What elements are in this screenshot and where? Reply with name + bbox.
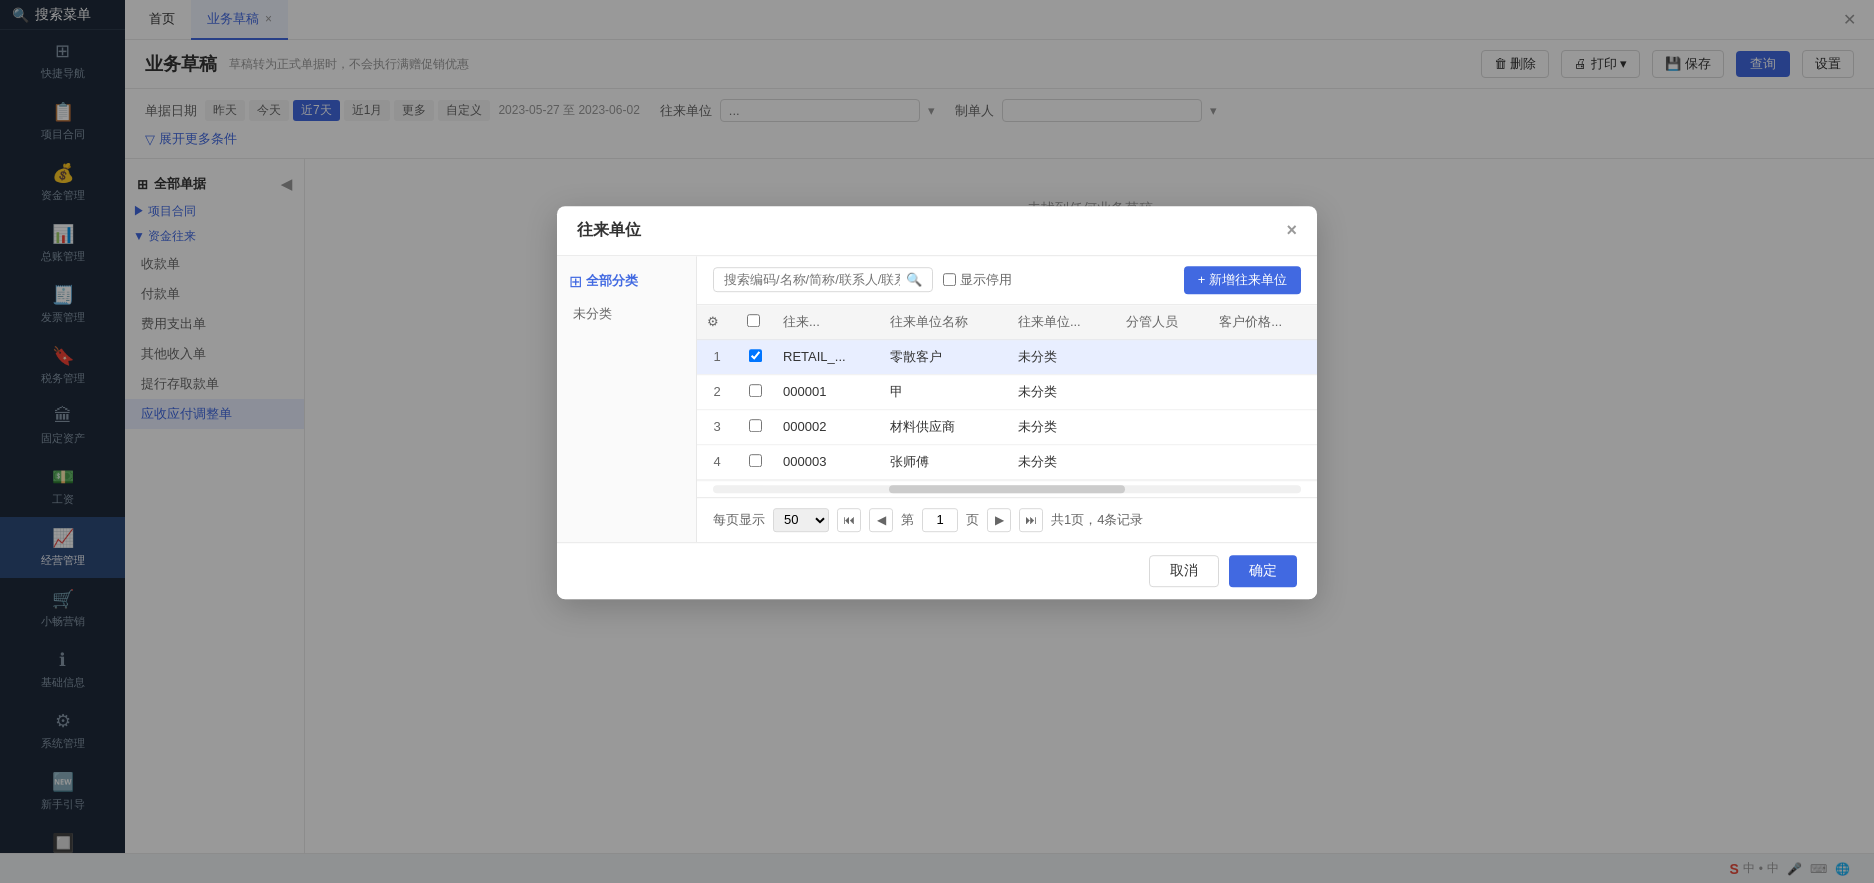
table-row[interactable]: 3 000002 材料供应商 未分类	[697, 409, 1317, 444]
partner-dialog: 往来单位 × ⊞ 全部分类 未分类 🔍 显示停用	[557, 206, 1317, 599]
col-check-all[interactable]	[737, 305, 773, 340]
search-icon-dialog: 🔍	[906, 272, 922, 287]
cell-manager-1	[1116, 339, 1210, 374]
cell-category-4: 未分类	[1008, 444, 1116, 479]
dialog-close-btn[interactable]: ×	[1286, 220, 1297, 241]
page-next-btn[interactable]: ▶	[987, 508, 1011, 532]
show-disabled-checkbox[interactable]	[943, 273, 956, 286]
cell-code-1: RETAIL_...	[773, 339, 880, 374]
check-all[interactable]	[747, 314, 760, 327]
all-category-label[interactable]: 全部分类	[586, 272, 638, 290]
cell-check-1[interactable]	[737, 339, 773, 374]
search-input[interactable]	[724, 272, 900, 287]
col-price-header: 客户价格...	[1209, 305, 1317, 340]
cell-check-4[interactable]	[737, 444, 773, 479]
cell-price-4	[1209, 444, 1317, 479]
cell-price-1	[1209, 339, 1317, 374]
cell-manager-2	[1116, 374, 1210, 409]
cell-category-2: 未分类	[1008, 374, 1116, 409]
dialog-left-panel: ⊞ 全部分类 未分类	[557, 256, 697, 542]
page-suffix: 页	[966, 511, 979, 529]
dialog-unclassified[interactable]: 未分类	[557, 297, 696, 331]
dialog-title: 往来单位	[577, 220, 641, 241]
cell-check-2[interactable]	[737, 374, 773, 409]
cancel-button[interactable]: 取消	[1149, 555, 1219, 587]
table-row[interactable]: 2 000001 甲 未分类	[697, 374, 1317, 409]
col-name-header: 往来单位名称	[880, 305, 1007, 340]
cell-index-1: 1	[697, 339, 737, 374]
total-records: 共1页，4条记录	[1051, 511, 1143, 529]
dialog-toolbar: 🔍 显示停用 + 新增往来单位	[697, 256, 1317, 305]
dialog-right-panel: 🔍 显示停用 + 新增往来单位 ⚙ 往来...	[697, 256, 1317, 542]
cell-category-3: 未分类	[1008, 409, 1116, 444]
cell-index-3: 3	[697, 409, 737, 444]
col-settings[interactable]: ⚙	[697, 305, 737, 340]
per-page-select[interactable]: 50 100 200	[773, 508, 829, 532]
show-disabled-label: 显示停用	[960, 271, 1012, 289]
cell-manager-3	[1116, 409, 1210, 444]
col-code-header: 往来...	[773, 305, 880, 340]
cell-name-4: 张师傅	[880, 444, 1007, 479]
cell-name-2: 甲	[880, 374, 1007, 409]
add-partner-label: + 新增往来单位	[1198, 272, 1287, 287]
page-prev-btn[interactable]: ◀	[869, 508, 893, 532]
dialog-pagination: 每页显示 50 100 200 ⏮ ◀ 第 页 ▶ ⏭ 共1页，4条记录	[697, 497, 1317, 542]
confirm-label: 确定	[1249, 562, 1277, 578]
cancel-label: 取消	[1170, 562, 1198, 578]
show-disabled-checkbox-label[interactable]: 显示停用	[943, 271, 1012, 289]
page-last-btn[interactable]: ⏭	[1019, 508, 1043, 532]
dialog-table: ⚙ 往来... 往来单位名称 往来单位... 分管人员 客户价格... 1	[697, 305, 1317, 480]
cell-code-2: 000001	[773, 374, 880, 409]
cell-manager-4	[1116, 444, 1210, 479]
cell-name-3: 材料供应商	[880, 409, 1007, 444]
page-first-btn[interactable]: ⏮	[837, 508, 861, 532]
cell-price-3	[1209, 409, 1317, 444]
dialog-header: 往来单位 ×	[557, 206, 1317, 256]
cell-category-1: 未分类	[1008, 339, 1116, 374]
page-label: 第	[901, 511, 914, 529]
cell-price-2	[1209, 374, 1317, 409]
col-category-header: 往来单位...	[1008, 305, 1116, 340]
add-partner-btn[interactable]: + 新增往来单位	[1184, 266, 1301, 294]
grid-icon-dialog: ⊞	[569, 272, 582, 291]
table-row[interactable]: 4 000003 张师傅 未分类	[697, 444, 1317, 479]
confirm-button[interactable]: 确定	[1229, 555, 1297, 587]
cell-index-2: 2	[697, 374, 737, 409]
cell-index-4: 4	[697, 444, 737, 479]
table-row[interactable]: 1 RETAIL_... 零散客户 未分类	[697, 339, 1317, 374]
cell-code-3: 000002	[773, 409, 880, 444]
page-input[interactable]	[922, 508, 958, 532]
dialog-body: ⊞ 全部分类 未分类 🔍 显示停用 + 新增往来单位	[557, 256, 1317, 542]
per-page-label: 每页显示	[713, 511, 765, 529]
search-box[interactable]: 🔍	[713, 267, 933, 292]
cell-check-3[interactable]	[737, 409, 773, 444]
cell-name-1: 零散客户	[880, 339, 1007, 374]
cell-code-4: 000003	[773, 444, 880, 479]
dialog-footer: 取消 确定	[557, 542, 1317, 599]
col-manager-header: 分管人员	[1116, 305, 1210, 340]
